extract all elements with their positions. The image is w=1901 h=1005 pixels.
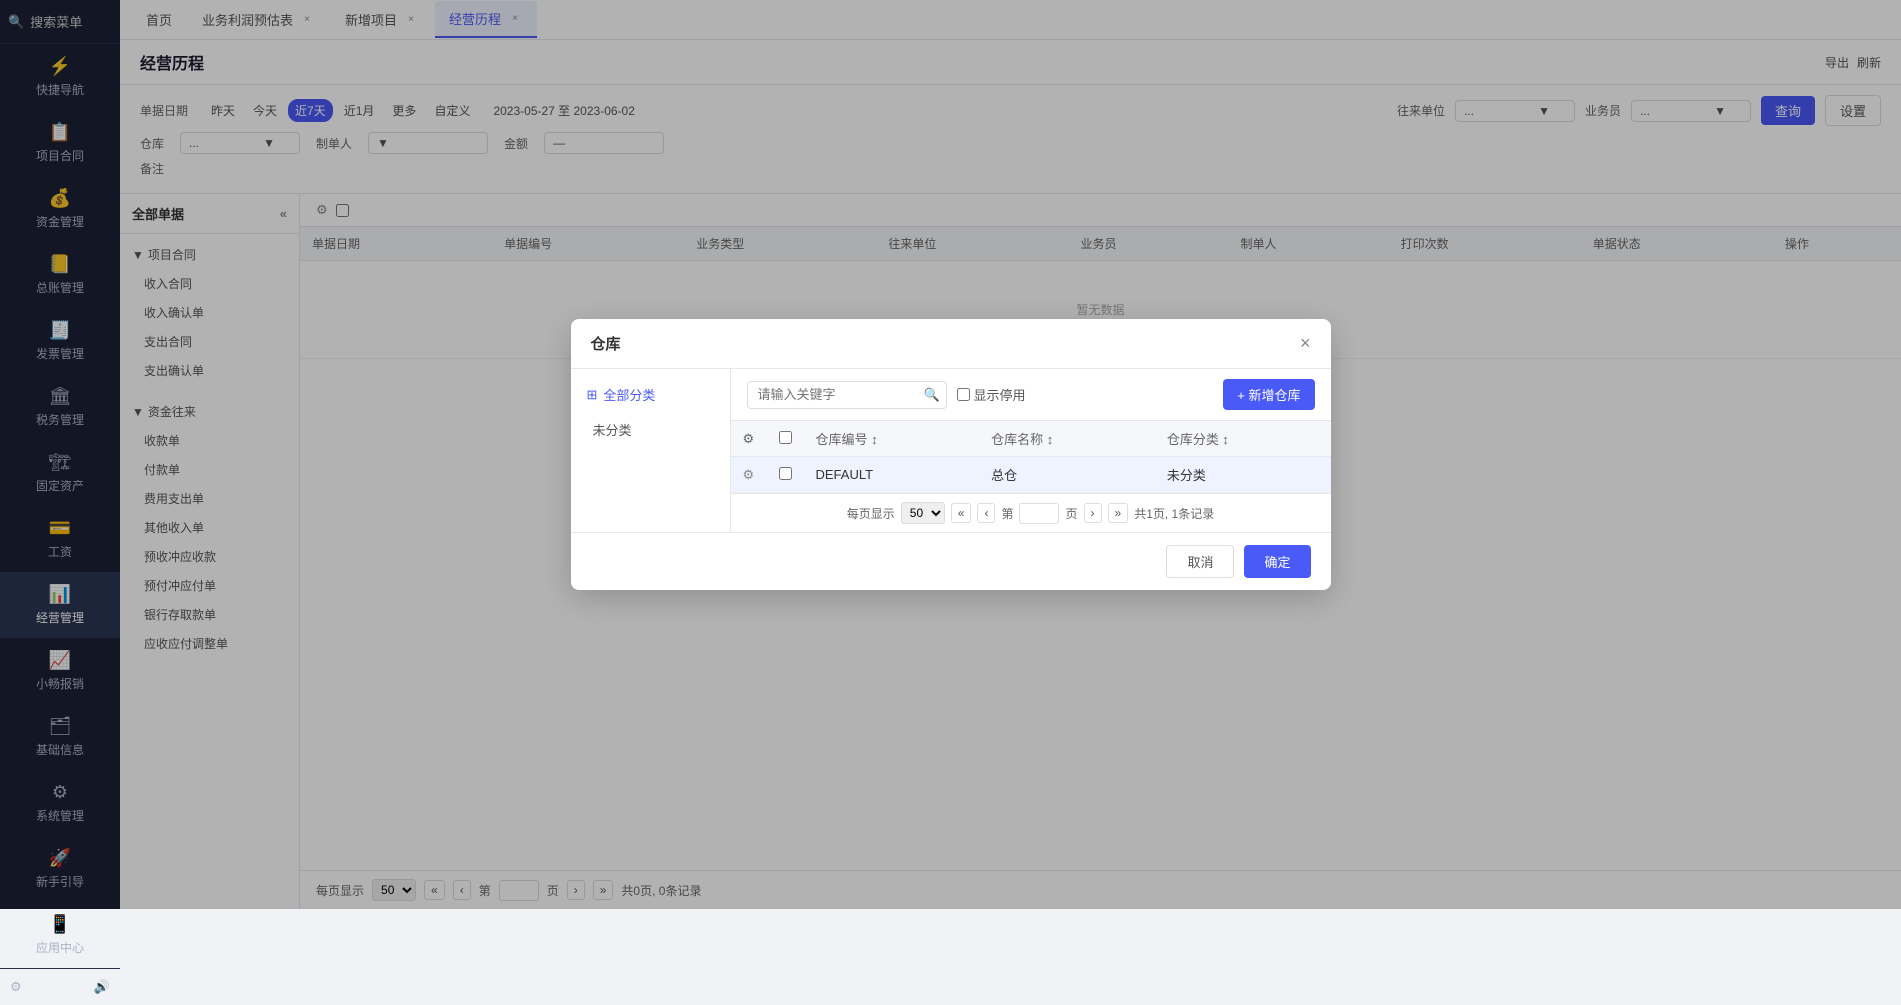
modal-prev-btn[interactable]: ‹ xyxy=(977,503,995,523)
modal-per-page-label: 每页显示 xyxy=(847,505,895,522)
show-disabled-checkbox[interactable] xyxy=(957,388,970,401)
all-icon: ⊞ xyxy=(587,387,598,403)
modal-left-panel: ⊞全部分类未分类 xyxy=(571,369,731,532)
row-category: 未分类 xyxy=(1155,457,1331,493)
modal-pagination: 每页显示 50 « ‹ 第 1 页 › » 共1页, 1条记录 xyxy=(731,493,1331,532)
modal-title: 仓库 xyxy=(591,333,621,354)
warehouse-modal: 仓库 × ⊞全部分类未分类 🔍 显示停用 + 新增仓库 xyxy=(571,319,1331,590)
modal-search-box[interactable]: 🔍 xyxy=(747,381,947,409)
settings-icon[interactable]: ⚙ xyxy=(10,979,22,995)
row-check-1[interactable] xyxy=(779,467,792,480)
settings-icon[interactable]: ⚙ xyxy=(743,467,755,482)
volume-icon[interactable]: 🔊 xyxy=(94,979,110,995)
modal-category-unclassified[interactable]: 未分类 xyxy=(571,412,730,447)
modal-page-input[interactable]: 1 xyxy=(1019,503,1059,524)
modal-body: ⊞全部分类未分类 🔍 显示停用 + 新增仓库 xyxy=(571,369,1331,532)
sidebar-item-app-center[interactable]: 📱 应用中心 xyxy=(0,902,120,968)
gear-icon[interactable]: ⚙ xyxy=(743,431,755,446)
modal-close-button[interactable]: × xyxy=(1300,333,1311,354)
th-checkbox xyxy=(767,421,804,457)
th-category: 仓库分类 ↕ xyxy=(1155,421,1331,457)
modal-table-row[interactable]: ⚙ DEFAULT 总仓 未分类 xyxy=(731,457,1331,493)
sidebar-bottom: ⚙ 🔊 xyxy=(0,968,120,1005)
modal-first-btn[interactable]: « xyxy=(951,503,972,523)
modal-overlay: 仓库 × ⊞全部分类未分类 🔍 显示停用 + 新增仓库 xyxy=(0,0,1901,909)
th-code: 仓库编号 ↕ xyxy=(804,421,980,457)
row-settings: ⚙ xyxy=(731,457,767,493)
app-center-icon: 📱 xyxy=(49,914,71,935)
modal-search-input[interactable] xyxy=(758,387,918,402)
modal-table: ⚙ 仓库编号 ↕ 仓库名称 ↕ 仓库分类 ↕ ⚙ DEFAULT 总仓 未分类 xyxy=(731,421,1331,493)
modal-right-panel: 🔍 显示停用 + 新增仓库 ⚙ 仓库编号 ↕ xyxy=(731,369,1331,532)
add-warehouse-button[interactable]: + 新增仓库 xyxy=(1223,379,1314,410)
cancel-button[interactable]: 取消 xyxy=(1166,545,1234,578)
modal-header: 仓库 × xyxy=(571,319,1331,369)
sidebar-item-label: 应用中心 xyxy=(36,939,84,956)
confirm-button[interactable]: 确定 xyxy=(1244,545,1310,578)
row-name: 总仓 xyxy=(979,457,1155,493)
modal-toolbar: 🔍 显示停用 + 新增仓库 xyxy=(731,369,1331,421)
modal-total-info: 共1页, 1条记录 xyxy=(1134,505,1214,522)
th-name: 仓库名称 ↕ xyxy=(979,421,1155,457)
search-icon: 🔍 xyxy=(924,387,940,403)
modal-footer: 取消 确定 xyxy=(571,532,1331,590)
row-checkbox xyxy=(767,457,804,493)
modal-table-wrap: ⚙ 仓库编号 ↕ 仓库名称 ↕ 仓库分类 ↕ ⚙ DEFAULT 总仓 未分类 xyxy=(731,421,1331,493)
row-code: DEFAULT xyxy=(804,457,980,493)
modal-last-btn[interactable]: » xyxy=(1108,503,1129,523)
th-settings: ⚙ xyxy=(731,421,767,457)
modal-page-label: 页 xyxy=(1065,505,1077,522)
modal-category-all[interactable]: ⊞全部分类 xyxy=(571,377,730,412)
modal-select-all[interactable] xyxy=(779,431,792,444)
modal-next-btn[interactable]: › xyxy=(1084,503,1102,523)
show-disabled-label[interactable]: 显示停用 xyxy=(957,385,1026,404)
modal-per-page-select[interactable]: 50 xyxy=(901,502,945,524)
